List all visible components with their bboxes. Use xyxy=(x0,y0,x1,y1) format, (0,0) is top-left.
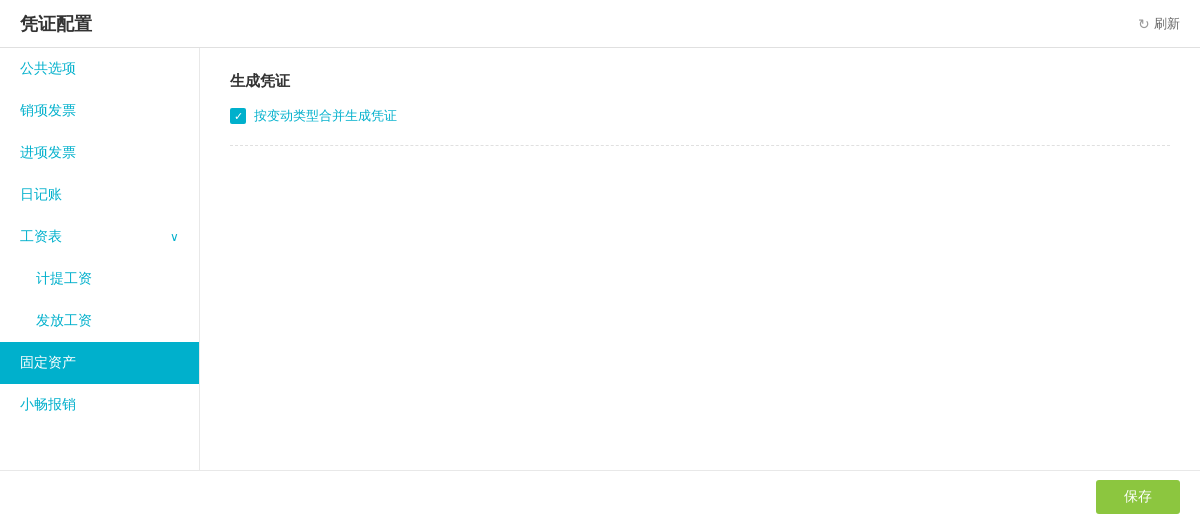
sidebar-item-journal[interactable]: 日记账 xyxy=(0,174,199,216)
sidebar-item-public-options[interactable]: 公共选项 xyxy=(0,48,199,90)
sidebar-item-label: 日记账 xyxy=(20,186,62,204)
sidebar-item-label: 进项发票 xyxy=(20,144,76,162)
sidebar-item-expense-report[interactable]: 小畅报销 xyxy=(0,384,199,426)
merge-by-type-checkbox[interactable]: ✓ xyxy=(230,108,246,124)
sidebar-item-fixed-assets[interactable]: 固定资产 xyxy=(0,342,199,384)
header: 凭证配置 ↻ 刷新 xyxy=(0,0,1200,48)
sidebar-item-label: 固定资产 xyxy=(20,354,76,372)
divider xyxy=(230,145,1170,146)
refresh-label: 刷新 xyxy=(1154,15,1180,33)
section-title: 生成凭证 xyxy=(230,72,1170,91)
page-title: 凭证配置 xyxy=(20,12,92,36)
checkmark-icon: ✓ xyxy=(234,111,243,122)
sidebar-item-label: 计提工资 xyxy=(36,270,92,288)
save-button[interactable]: 保存 xyxy=(1096,480,1180,514)
sidebar-item-accrual-payroll[interactable]: 计提工资 xyxy=(0,258,199,300)
sidebar-item-purchase-invoice[interactable]: 进项发票 xyxy=(0,132,199,174)
footer: 保存 xyxy=(0,470,1200,522)
sidebar-item-label: 销项发票 xyxy=(20,102,76,120)
checkbox-label: 按变动类型合并生成凭证 xyxy=(254,107,397,125)
content-area: 生成凭证 ✓ 按变动类型合并生成凭证 xyxy=(200,48,1200,470)
refresh-button[interactable]: ↻ 刷新 xyxy=(1138,15,1180,33)
refresh-icon: ↻ xyxy=(1138,16,1150,32)
sidebar-item-label: 小畅报销 xyxy=(20,396,76,414)
sidebar-item-label: 工资表 xyxy=(20,228,62,246)
sidebar-item-payroll-table[interactable]: 工资表 ∨ xyxy=(0,216,199,258)
sidebar-item-distribute-payroll[interactable]: 发放工资 xyxy=(0,300,199,342)
sidebar-item-sales-invoice[interactable]: 销项发票 xyxy=(0,90,199,132)
chevron-down-icon: ∨ xyxy=(170,230,179,244)
sidebar-item-label: 发放工资 xyxy=(36,312,92,330)
checkbox-row: ✓ 按变动类型合并生成凭证 xyxy=(230,107,1170,125)
sidebar-item-label: 公共选项 xyxy=(20,60,76,78)
main-layout: 公共选项 销项发票 进项发票 日记账 工资表 ∨ 计提工资 发放工资 固定资产 … xyxy=(0,48,1200,470)
sidebar: 公共选项 销项发票 进项发票 日记账 工资表 ∨ 计提工资 发放工资 固定资产 … xyxy=(0,48,200,470)
